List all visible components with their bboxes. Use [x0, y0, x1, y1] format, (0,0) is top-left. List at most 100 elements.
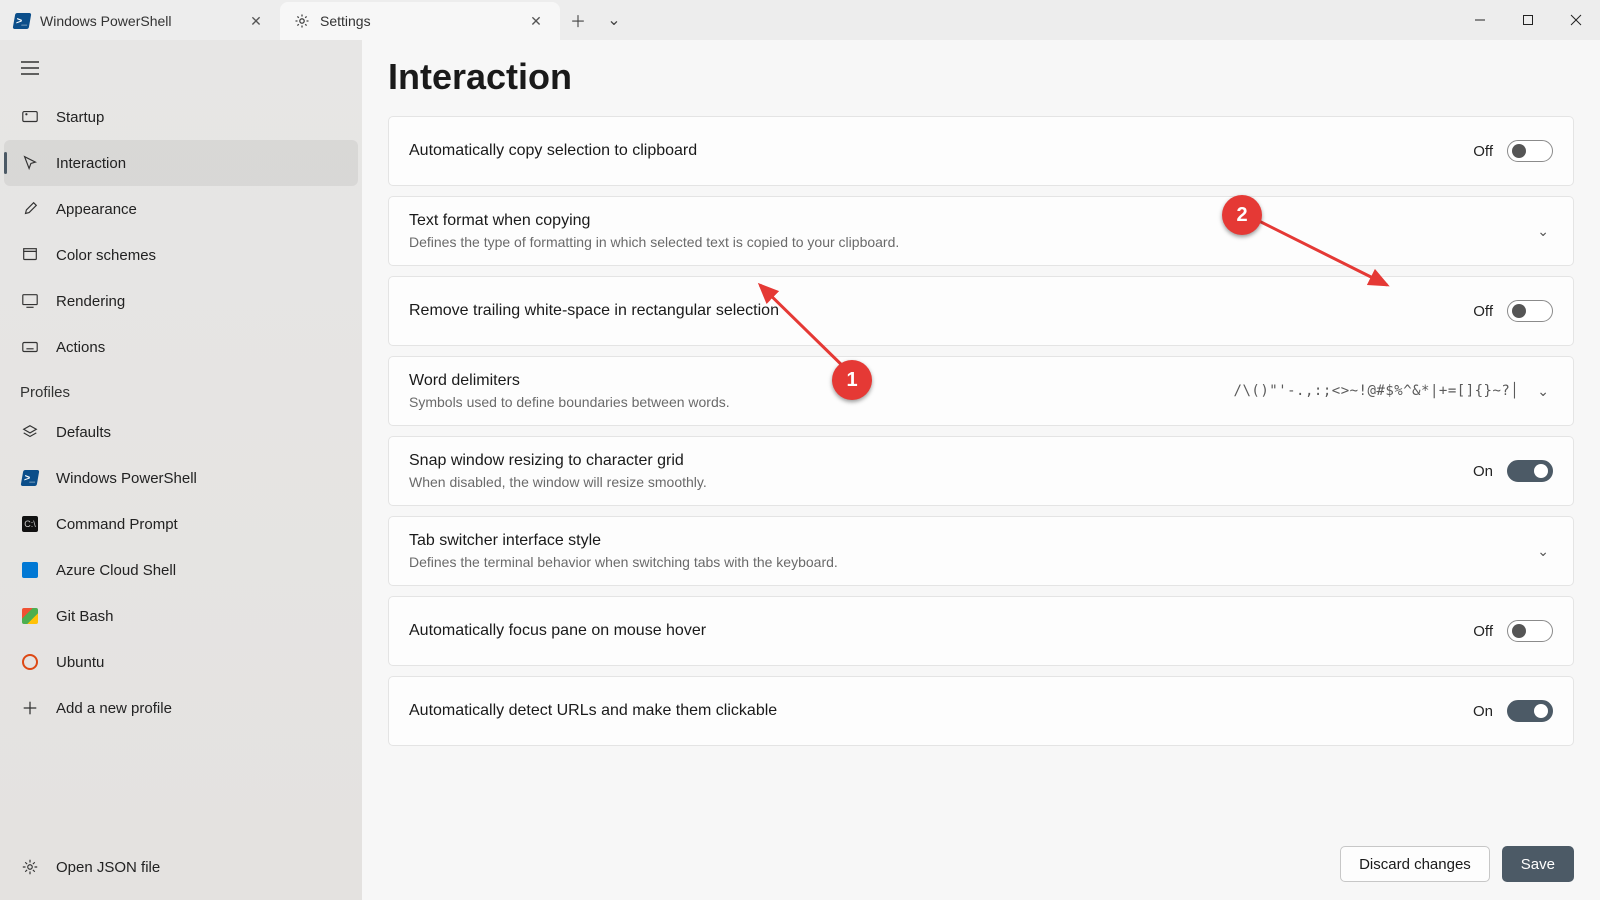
- footer-actions: Discard changes Save: [388, 816, 1574, 882]
- sidebar-item-open-json[interactable]: Open JSON file: [0, 844, 362, 890]
- sidebar-item-cmd-profile[interactable]: C:\ Command Prompt: [0, 501, 362, 547]
- setting-value: /\()"'-.,:;<>~!@#$%^&*|+=[]{}~?│: [1234, 383, 1520, 399]
- close-window-button[interactable]: [1552, 0, 1600, 40]
- annotation-callout-1: 1: [832, 360, 872, 400]
- setting-text-format[interactable]: Text format when copying Defines the typ…: [388, 196, 1574, 266]
- sidebar-item-actions[interactable]: Actions: [0, 324, 362, 370]
- window-controls: [1456, 0, 1600, 40]
- tab-strip: >_ Windows PowerShell ✕ Settings ✕: [0, 0, 560, 40]
- sidebar-item-interaction[interactable]: Interaction: [4, 140, 358, 186]
- toggle-state-label: Off: [1473, 623, 1493, 640]
- toggle-switch[interactable]: [1507, 140, 1553, 162]
- brush-icon: [20, 199, 40, 219]
- gitbash-icon: [20, 606, 40, 626]
- sidebar-item-label: Actions: [56, 339, 105, 356]
- tab-dropdown-button[interactable]: ⌄: [596, 0, 632, 40]
- palette-icon: [20, 245, 40, 265]
- sidebar-item-label: Add a new profile: [56, 700, 172, 717]
- sidebar: Startup Interaction Appearance Color sch…: [0, 40, 362, 900]
- sidebar-item-label: Azure Cloud Shell: [56, 562, 176, 579]
- minimize-button[interactable]: [1456, 0, 1504, 40]
- keyboard-icon: [20, 337, 40, 357]
- tab-settings[interactable]: Settings ✕: [280, 2, 560, 40]
- setting-desc: When disabled, the window will resize sm…: [409, 474, 1455, 490]
- setting-title: Text format when copying: [409, 212, 1515, 230]
- sidebar-item-label: Defaults: [56, 424, 111, 441]
- sidebar-item-label: Command Prompt: [56, 516, 178, 533]
- setting-snap-grid[interactable]: Snap window resizing to character grid W…: [388, 436, 1574, 506]
- setting-focus-hover[interactable]: Automatically focus pane on mouse hover …: [388, 596, 1574, 666]
- monitor-icon: [20, 291, 40, 311]
- setting-copy-on-select[interactable]: Automatically copy selection to clipboar…: [388, 116, 1574, 186]
- hamburger-button[interactable]: [10, 48, 50, 88]
- cursor-icon: [20, 153, 40, 173]
- sidebar-item-ubuntu-profile[interactable]: Ubuntu: [0, 639, 362, 685]
- startup-icon: [20, 107, 40, 127]
- tab-label: Settings: [320, 13, 516, 29]
- discard-button[interactable]: Discard changes: [1340, 846, 1490, 882]
- sidebar-item-powershell-profile[interactable]: >_ Windows PowerShell: [0, 455, 362, 501]
- sidebar-item-label: Interaction: [56, 155, 126, 172]
- plus-icon: [20, 698, 40, 718]
- setting-title: Word delimiters: [409, 372, 1216, 390]
- toggle-switch[interactable]: [1507, 700, 1553, 722]
- new-tab-button[interactable]: ＋: [560, 0, 596, 40]
- powershell-icon: >_: [20, 468, 40, 488]
- profiles-header: Profiles: [0, 370, 362, 409]
- content-pane: Interaction Automatically copy selection…: [362, 40, 1600, 900]
- ubuntu-icon: [20, 652, 40, 672]
- setting-title: Automatically focus pane on mouse hover: [409, 622, 1455, 640]
- tab-powershell[interactable]: >_ Windows PowerShell ✕: [0, 2, 280, 40]
- sidebar-item-startup[interactable]: Startup: [0, 94, 362, 140]
- setting-word-delimiters[interactable]: Word delimiters Symbols used to define b…: [388, 356, 1574, 426]
- sidebar-item-label: Git Bash: [56, 608, 114, 625]
- toggle-state-label: On: [1473, 463, 1493, 480]
- sidebar-item-label: Startup: [56, 109, 104, 126]
- toggle-switch[interactable]: [1507, 620, 1553, 642]
- sidebar-item-label: Rendering: [56, 293, 125, 310]
- sidebar-item-colorschemes[interactable]: Color schemes: [0, 232, 362, 278]
- gear-icon: [294, 13, 310, 29]
- page-title: Interaction: [388, 56, 1574, 98]
- sidebar-item-rendering[interactable]: Rendering: [0, 278, 362, 324]
- toggle-state-label: Off: [1473, 143, 1493, 160]
- save-button[interactable]: Save: [1502, 846, 1574, 882]
- cmd-icon: C:\: [20, 514, 40, 534]
- layers-icon: [20, 422, 40, 442]
- toggle-state-label: On: [1473, 703, 1493, 720]
- sidebar-item-appearance[interactable]: Appearance: [0, 186, 362, 232]
- setting-tab-switcher[interactable]: Tab switcher interface style Defines the…: [388, 516, 1574, 586]
- sidebar-item-label: Appearance: [56, 201, 137, 218]
- tab-label: Windows PowerShell: [40, 13, 236, 29]
- gear-icon: [20, 857, 40, 877]
- setting-title: Remove trailing white-space in rectangul…: [409, 302, 1455, 320]
- maximize-button[interactable]: [1504, 0, 1552, 40]
- chevron-down-icon: ⌄: [1533, 543, 1553, 560]
- setting-trim-block-selection[interactable]: Remove trailing white-space in rectangul…: [388, 276, 1574, 346]
- chevron-down-icon: ⌄: [1533, 383, 1553, 400]
- setting-desc: Defines the type of formatting in which …: [409, 234, 1515, 250]
- setting-title: Tab switcher interface style: [409, 532, 1515, 550]
- setting-desc: Defines the terminal behavior when switc…: [409, 554, 1515, 570]
- close-icon[interactable]: ✕: [246, 13, 266, 30]
- sidebar-item-add-profile[interactable]: Add a new profile: [0, 685, 362, 731]
- sidebar-item-azure-profile[interactable]: Azure Cloud Shell: [0, 547, 362, 593]
- sidebar-item-label: Color schemes: [56, 247, 156, 264]
- sidebar-item-defaults[interactable]: Defaults: [0, 409, 362, 455]
- toggle-switch[interactable]: [1507, 300, 1553, 322]
- powershell-icon: >_: [14, 13, 30, 29]
- titlebar: >_ Windows PowerShell ✕ Settings ✕ ＋ ⌄: [0, 0, 1600, 40]
- close-icon[interactable]: ✕: [526, 13, 546, 30]
- sidebar-item-label: Open JSON file: [56, 859, 160, 876]
- sidebar-item-label: Windows PowerShell: [56, 470, 197, 487]
- setting-title: Automatically copy selection to clipboar…: [409, 142, 1455, 160]
- azure-icon: [20, 560, 40, 580]
- setting-detect-urls[interactable]: Automatically detect URLs and make them …: [388, 676, 1574, 746]
- toggle-state-label: Off: [1473, 303, 1493, 320]
- chevron-down-icon: ⌄: [1533, 223, 1553, 240]
- sidebar-item-gitbash-profile[interactable]: Git Bash: [0, 593, 362, 639]
- annotation-callout-2: 2: [1222, 195, 1262, 235]
- toggle-switch[interactable]: [1507, 460, 1553, 482]
- setting-desc: Symbols used to define boundaries betwee…: [409, 394, 1216, 410]
- setting-title: Snap window resizing to character grid: [409, 452, 1455, 470]
